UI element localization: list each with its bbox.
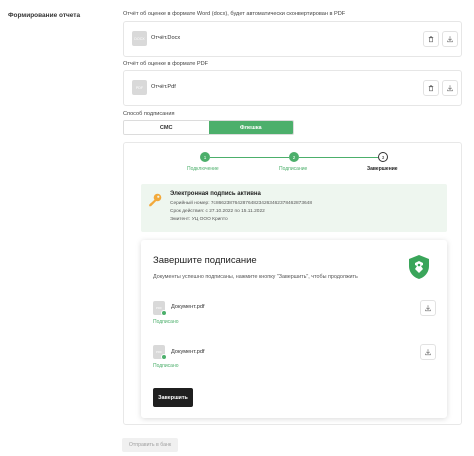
check-icon — [161, 354, 167, 360]
download-document-1-button[interactable] — [420, 300, 436, 316]
signature-title: Электронная подпись активна — [170, 191, 261, 197]
step-3-label: Завершение — [367, 166, 398, 172]
document-2-name: Документ.pdf — [171, 349, 205, 355]
step-1-label: Подключение — [187, 166, 219, 172]
download-icon — [447, 85, 453, 92]
finish-button[interactable]: Завершить — [153, 388, 193, 407]
step-3-dot: 3 — [378, 152, 388, 162]
modal-title: Завершите подписание — [153, 255, 257, 266]
download-document-2-button[interactable] — [420, 344, 436, 360]
signing-option-sms[interactable]: СМС — [124, 121, 209, 134]
download-icon — [425, 305, 431, 312]
signature-issuer: Эмитент: УЦ ООО Крипто — [170, 217, 228, 222]
pdf-report-label: Отчёт об оценке в формате PDF — [123, 61, 209, 67]
send-to-bank-button[interactable]: Отправить в банк — [122, 438, 178, 452]
signature-info-box: Электронная подпись активна Серийный ном… — [141, 184, 447, 232]
check-icon — [161, 310, 167, 316]
download-pdf-button[interactable] — [442, 80, 458, 96]
delete-word-button[interactable] — [423, 31, 439, 47]
document-2-status: Подписано — [153, 363, 179, 369]
step-connector-2 — [299, 157, 378, 158]
docx-file-thumbnail: DOCX — [132, 31, 147, 46]
pdf-file-thumbnail: PDF — [132, 80, 147, 95]
signing-method-toggle: СМС Флешка — [123, 120, 294, 135]
step-1-dot: 1 — [200, 152, 210, 162]
signature-validity: Срок действия: с 27.10.2022 по 15.11.202… — [170, 209, 265, 214]
signing-option-flash[interactable]: Флешка — [208, 121, 293, 134]
word-report-card: DOCX Отчёт.Docx — [123, 21, 462, 57]
document-1-name: Документ.pdf — [171, 304, 205, 310]
signature-serial: Серийный номер: 7c8662387642876482342634… — [170, 201, 312, 206]
pdf-file-name: Отчёт.Pdf — [151, 84, 176, 90]
document-1-status: Подписано — [153, 319, 179, 325]
signing-method-label: Способ подписания — [123, 111, 175, 117]
shield-eagle-icon — [409, 255, 429, 279]
download-icon — [425, 349, 431, 356]
delete-pdf-button[interactable] — [423, 80, 439, 96]
trash-icon — [428, 85, 434, 92]
word-file-name: Отчёт.Docx — [151, 35, 181, 41]
section-title: Формирование отчета — [8, 12, 81, 19]
step-2-dot: 2 — [289, 152, 299, 162]
step-2-label: Подписание — [279, 166, 308, 172]
trash-icon — [428, 36, 434, 43]
word-report-label: Отчёт об оценке в формате Word (docx), б… — [123, 11, 346, 17]
download-icon — [447, 36, 453, 43]
key-icon — [149, 193, 162, 207]
step-connector-1 — [210, 157, 289, 158]
download-word-button[interactable] — [442, 31, 458, 47]
modal-description: Документы успешно подписаны, нажмите кно… — [153, 274, 358, 280]
pdf-report-card: PDF Отчёт.Pdf — [123, 70, 462, 106]
